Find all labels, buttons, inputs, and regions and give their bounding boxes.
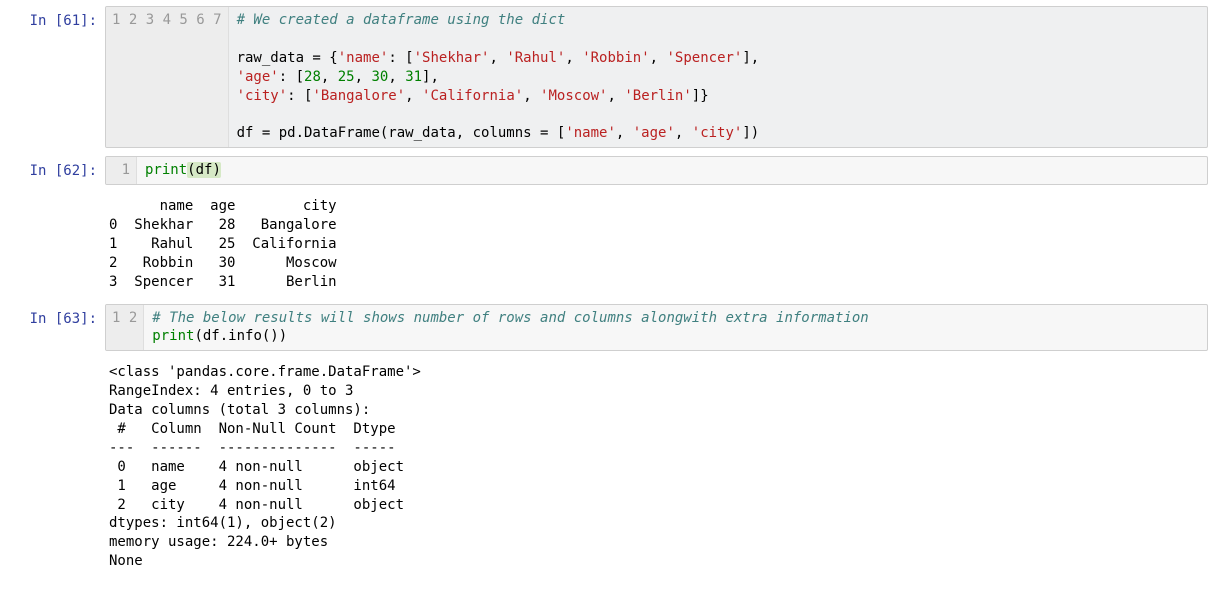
output-cell: name age city 0 Shekhar 28 Bangalore 1 R… bbox=[10, 193, 1208, 295]
code-input-area[interactable]: 1 2 # The below results will shows numbe… bbox=[105, 304, 1208, 352]
code-input-area[interactable]: 1 print(df) bbox=[105, 156, 1208, 185]
output-prompt bbox=[10, 193, 105, 199]
input-prompt: In [61]: bbox=[10, 6, 105, 31]
code-cell: In [62]: 1 print(df) bbox=[10, 156, 1208, 185]
line-number-gutter: 1 bbox=[106, 157, 137, 184]
input-prompt: In [62]: bbox=[10, 156, 105, 181]
code-editor[interactable]: # The below results will shows number of… bbox=[144, 305, 1207, 351]
jupyter-notebook: In [61]: 1 2 3 4 5 6 7 # We created a da… bbox=[0, 0, 1218, 589]
stdout-output: <class 'pandas.core.frame.DataFrame'> Ra… bbox=[105, 359, 1208, 575]
line-number-gutter: 1 2 3 4 5 6 7 bbox=[106, 7, 229, 147]
code-editor[interactable]: # We created a dataframe using the dict … bbox=[229, 7, 1207, 147]
code-input-area[interactable]: 1 2 3 4 5 6 7 # We created a dataframe u… bbox=[105, 6, 1208, 148]
code-cell: In [61]: 1 2 3 4 5 6 7 # We created a da… bbox=[10, 6, 1208, 148]
code-cell: In [63]: 1 2 # The below results will sh… bbox=[10, 304, 1208, 352]
output-cell: <class 'pandas.core.frame.DataFrame'> Ra… bbox=[10, 359, 1208, 575]
output-prompt bbox=[10, 359, 105, 365]
input-prompt: In [63]: bbox=[10, 304, 105, 329]
line-number-gutter: 1 2 bbox=[106, 305, 144, 351]
stdout-output: name age city 0 Shekhar 28 Bangalore 1 R… bbox=[105, 193, 1208, 295]
code-editor[interactable]: print(df) bbox=[137, 157, 1207, 184]
